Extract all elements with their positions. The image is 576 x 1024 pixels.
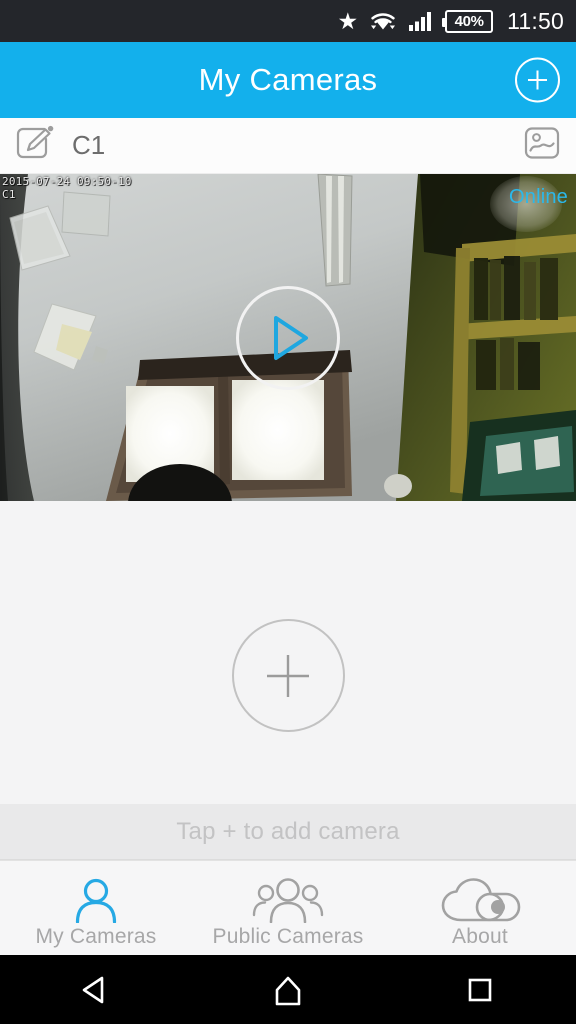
camera-video-preview[interactable]: 2015-07-24 09:50-10 C1 Online (0, 174, 576, 501)
app-root: ★ 40% 11:50 My Cameras C1 2015-07-24 09:… (0, 0, 576, 1024)
tab-about[interactable]: About (384, 861, 576, 955)
video-timestamp-overlay: 2015-07-24 09:50-10 C1 (2, 175, 132, 201)
tab-my-cameras[interactable]: My Cameras (0, 861, 192, 955)
home-button[interactable] (250, 955, 326, 1024)
wifi-icon (369, 10, 397, 32)
back-triangle-icon (82, 976, 104, 1003)
video-timestamp: 2015-07-24 09:50-10 (2, 175, 132, 188)
star-icon: ★ (337, 7, 359, 34)
android-navigation-bar (0, 955, 576, 1024)
camera-name-label: C1 (72, 130, 106, 160)
recents-square-icon (468, 978, 492, 1001)
add-camera-hint: Tap + to add camera (0, 804, 576, 860)
battery-level-label: 40% (454, 12, 484, 30)
play-icon (274, 315, 308, 360)
add-camera-area (0, 501, 576, 804)
group-people-icon (249, 873, 327, 923)
person-icon (71, 873, 121, 923)
battery-indicator: 40% (442, 9, 494, 33)
plus-icon (528, 70, 547, 90)
camera-list-item-header: C1 (0, 118, 576, 174)
home-icon (275, 976, 301, 1005)
tab-label-about: About (452, 925, 508, 948)
bottom-tab-bar: My Cameras Public Cameras About (0, 860, 576, 955)
app-header: My Cameras (0, 42, 576, 118)
play-button[interactable] (236, 285, 340, 390)
recents-button[interactable] (442, 955, 518, 1024)
back-button[interactable] (58, 955, 134, 1024)
tab-label-my-cameras: My Cameras (35, 925, 157, 948)
add-camera-placeholder-button[interactable] (231, 619, 345, 732)
image-gallery-icon[interactable] (522, 124, 562, 167)
video-channel-label: C1 (2, 188, 16, 201)
add-camera-button[interactable] (515, 57, 560, 103)
tab-public-cameras[interactable]: Public Cameras (192, 861, 384, 955)
plus-icon (267, 654, 309, 697)
status-bar-clock: 11:50 (507, 7, 564, 34)
page-title: My Cameras (198, 62, 378, 97)
status-badge: Online (508, 186, 568, 208)
tab-label-public-cameras: Public Cameras (212, 925, 364, 948)
status-bar: ★ 40% 11:50 (0, 0, 576, 42)
cellular-signal-icon (408, 10, 434, 32)
cloud-camera-icon (439, 873, 521, 923)
edit-pencil-icon[interactable] (14, 123, 56, 168)
